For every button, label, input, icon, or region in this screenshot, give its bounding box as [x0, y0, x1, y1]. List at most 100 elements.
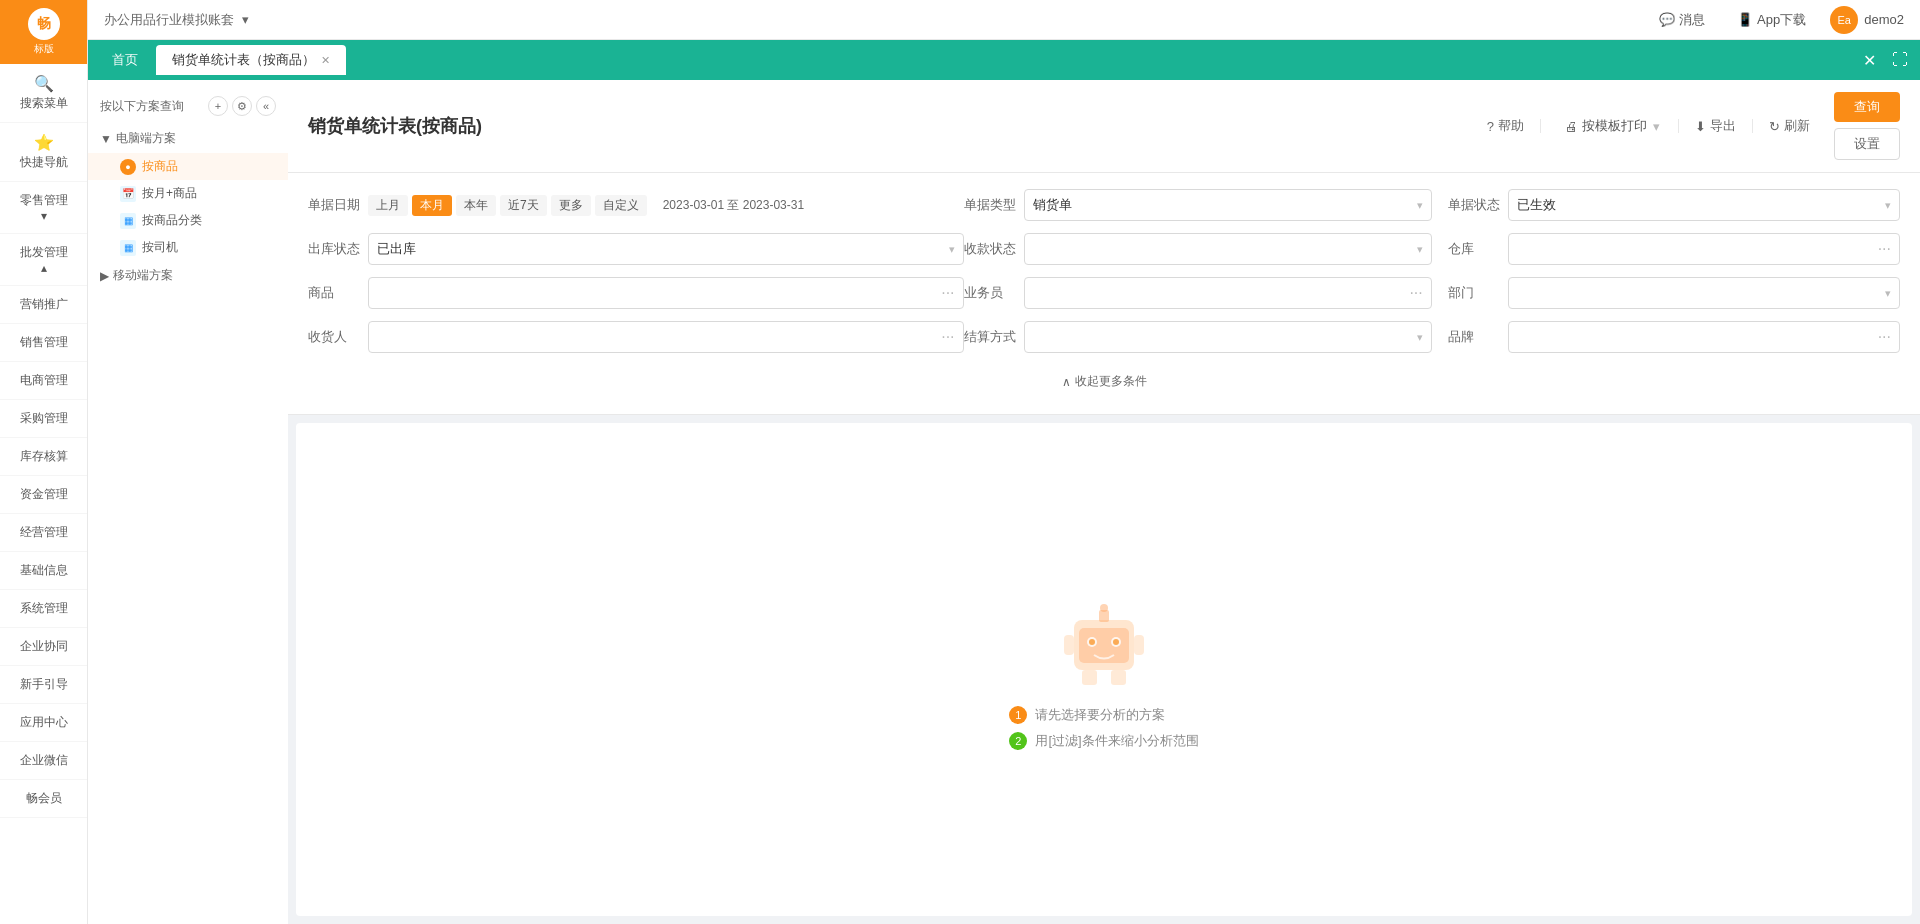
filter-row-4: 收货人 ··· 结算方式 ▾ 品牌	[308, 321, 1900, 353]
sidebar-item-enterprise[interactable]: 企业协同	[0, 628, 87, 666]
divider1	[1540, 119, 1541, 133]
tab-close-icon[interactable]: ✕	[321, 54, 330, 67]
message-btn[interactable]: 💬 消息	[1651, 7, 1713, 33]
warehouse-control[interactable]: ···	[1508, 233, 1900, 265]
date-tab-this-year[interactable]: 本年	[456, 195, 496, 216]
tree-section-pc[interactable]: ▼ 电脑端方案	[88, 124, 288, 153]
tree-section-mobile[interactable]: ▶ 移动端方案	[88, 261, 288, 290]
collapse-more-btn[interactable]: ∧ 收起更多条件	[308, 365, 1900, 398]
username: demo2	[1864, 12, 1904, 27]
date-range: 2023-03-01 至 2023-03-31	[663, 197, 804, 214]
top-header-left: 办公用品行业模拟账套 ▾	[104, 11, 249, 29]
doc-type-dropdown-icon: ▾	[1417, 199, 1423, 212]
sidebar-item-retail-label: 零售管理	[4, 192, 83, 209]
user-info[interactable]: Ea demo2	[1830, 6, 1904, 34]
sidebar-item-finance-label: 资金管理	[4, 486, 83, 503]
sidebar-item-marketing[interactable]: 营销推广	[0, 286, 87, 324]
sidebar-item-member[interactable]: 畅会员	[0, 780, 87, 818]
sidebar-item-guide[interactable]: 新手引导	[0, 666, 87, 704]
app-download-icon: 📱	[1737, 12, 1753, 27]
salesperson-dots[interactable]: ···	[1409, 284, 1422, 302]
left-panel-actions: + ⚙ «	[208, 96, 276, 116]
svg-rect-11	[1111, 670, 1126, 685]
app-download-label: App下载	[1757, 11, 1806, 29]
date-row: 上月 本月 本年 近7天 更多 自定义 2023-03-01 至 2023-03…	[368, 195, 964, 216]
tab-sales-stats-label: 销货单统计表（按商品）	[172, 51, 315, 69]
tab-bar-right: ✕ ⛶	[1859, 47, 1912, 74]
out-status-control[interactable]: 已出库 ▾	[368, 233, 964, 265]
template-print-btn[interactable]: 🖨 按模板打印 ▾	[1557, 113, 1662, 139]
warehouse-dots[interactable]: ···	[1878, 240, 1891, 258]
filter-item-date: 单据日期 上月 本月 本年 近7天 更多 自定义 2023-03-01 至 20…	[308, 195, 964, 216]
sidebar-item-search[interactable]: 🔍 搜索菜单	[0, 64, 87, 123]
tree-expand-icon: ▼	[100, 132, 112, 146]
date-tab-7days[interactable]: 近7天	[500, 195, 547, 216]
sidebar-item-apps[interactable]: 应用中心	[0, 704, 87, 742]
app-dropdown-icon[interactable]: ▾	[242, 12, 249, 27]
query-btn[interactable]: 查询	[1834, 92, 1900, 122]
sidebar-item-ops[interactable]: 经营管理	[0, 514, 87, 552]
brand-dots[interactable]: ···	[1878, 328, 1891, 346]
out-status-label: 出库状态	[308, 240, 368, 258]
sidebar-item-base[interactable]: 基础信息	[0, 552, 87, 590]
page-actions: ? 帮助 🖨 按模板打印 ▾ ⬇ 导出	[1487, 92, 1900, 172]
action-buttons: 查询 设置	[1834, 92, 1900, 160]
date-tab-this-month[interactable]: 本月	[412, 195, 452, 216]
app-download-btn[interactable]: 📱 App下载	[1729, 7, 1814, 33]
tree-child-by-category[interactable]: ▦ 按商品分类	[88, 207, 288, 234]
table-area: 1 请先选择要分析的方案 2 用[过滤]条件来缩小分析范围	[296, 423, 1912, 916]
doc-type-control[interactable]: 销货单 ▾	[1024, 189, 1432, 221]
sidebar-item-wechat[interactable]: 企业微信	[0, 742, 87, 780]
sidebar-item-retail[interactable]: 零售管理 ▾	[0, 182, 87, 234]
date-tab-custom[interactable]: 自定义	[595, 195, 647, 216]
tree-child-by-product[interactable]: ● 按商品	[88, 153, 288, 180]
tab-maximize-btn[interactable]: ⛶	[1888, 47, 1912, 73]
doc-status-control[interactable]: 已生效 ▾	[1508, 189, 1900, 221]
date-tab-more[interactable]: 更多	[551, 195, 591, 216]
tab-close-window-btn[interactable]: ✕	[1859, 47, 1880, 74]
svg-point-7	[1100, 604, 1108, 612]
search-icon: 🔍	[4, 74, 83, 93]
export-btn[interactable]: ⬇ 导出	[1695, 117, 1736, 135]
tab-home-label: 首页	[112, 51, 138, 69]
sidebar-item-wholesale[interactable]: 批发管理 ▴	[0, 234, 87, 286]
sidebar-item-purchase[interactable]: 采购管理	[0, 400, 87, 438]
tree-child-by-month-product[interactable]: 📅 按月+商品	[88, 180, 288, 207]
sidebar-item-quick-nav[interactable]: ⭐ 快捷导航	[0, 123, 87, 182]
date-tab-last-month[interactable]: 上月	[368, 195, 408, 216]
svg-point-5	[1113, 639, 1119, 645]
receiver-control[interactable]: ···	[368, 321, 964, 353]
sidebar-item-finance[interactable]: 资金管理	[0, 476, 87, 514]
product-dots[interactable]: ···	[941, 284, 954, 302]
step-1-num: 1	[1009, 706, 1027, 724]
add-scheme-btn[interactable]: +	[208, 96, 228, 116]
brand-control[interactable]: ···	[1508, 321, 1900, 353]
export-label: 导出	[1710, 117, 1736, 135]
sidebar-item-inventory[interactable]: 库存核算	[0, 438, 87, 476]
salesperson-control[interactable]: ···	[1024, 277, 1432, 309]
tab-sales-stats[interactable]: 销货单统计表（按商品） ✕	[156, 45, 346, 75]
pay-status-control[interactable]: ▾	[1024, 233, 1432, 265]
sidebar-item-purchase-label: 采购管理	[4, 410, 83, 427]
divider2	[1678, 119, 1679, 133]
top-header-right: 💬 消息 📱 App下载 Ea demo2	[1651, 6, 1904, 34]
dept-control[interactable]: ▾	[1508, 277, 1900, 309]
sidebar-item-sales[interactable]: 销售管理	[0, 324, 87, 362]
collapse-panel-btn[interactable]: «	[256, 96, 276, 116]
sidebar-item-system[interactable]: 系统管理	[0, 590, 87, 628]
tab-home[interactable]: 首页	[96, 45, 154, 75]
sidebar-item-quick-nav-label: 快捷导航	[4, 154, 83, 171]
product-control[interactable]: ···	[368, 277, 964, 309]
refresh-btn[interactable]: ↻ 刷新	[1769, 117, 1810, 135]
receiver-dots[interactable]: ···	[941, 328, 954, 346]
settlement-control[interactable]: ▾	[1024, 321, 1432, 353]
help-btn[interactable]: ? 帮助	[1487, 117, 1524, 135]
tree-child-by-cashier[interactable]: ▦ 按司机	[88, 234, 288, 261]
settings-btn[interactable]: 设置	[1834, 128, 1900, 160]
filter-item-brand: 品牌 ···	[1432, 321, 1900, 353]
quick-nav-icon: ⭐	[4, 133, 83, 152]
sidebar-item-ecom[interactable]: 电商管理	[0, 362, 87, 400]
settings-scheme-btn[interactable]: ⚙	[232, 96, 252, 116]
app-name: 办公用品行业模拟账套	[104, 11, 234, 29]
settlement-label: 结算方式	[964, 328, 1024, 346]
